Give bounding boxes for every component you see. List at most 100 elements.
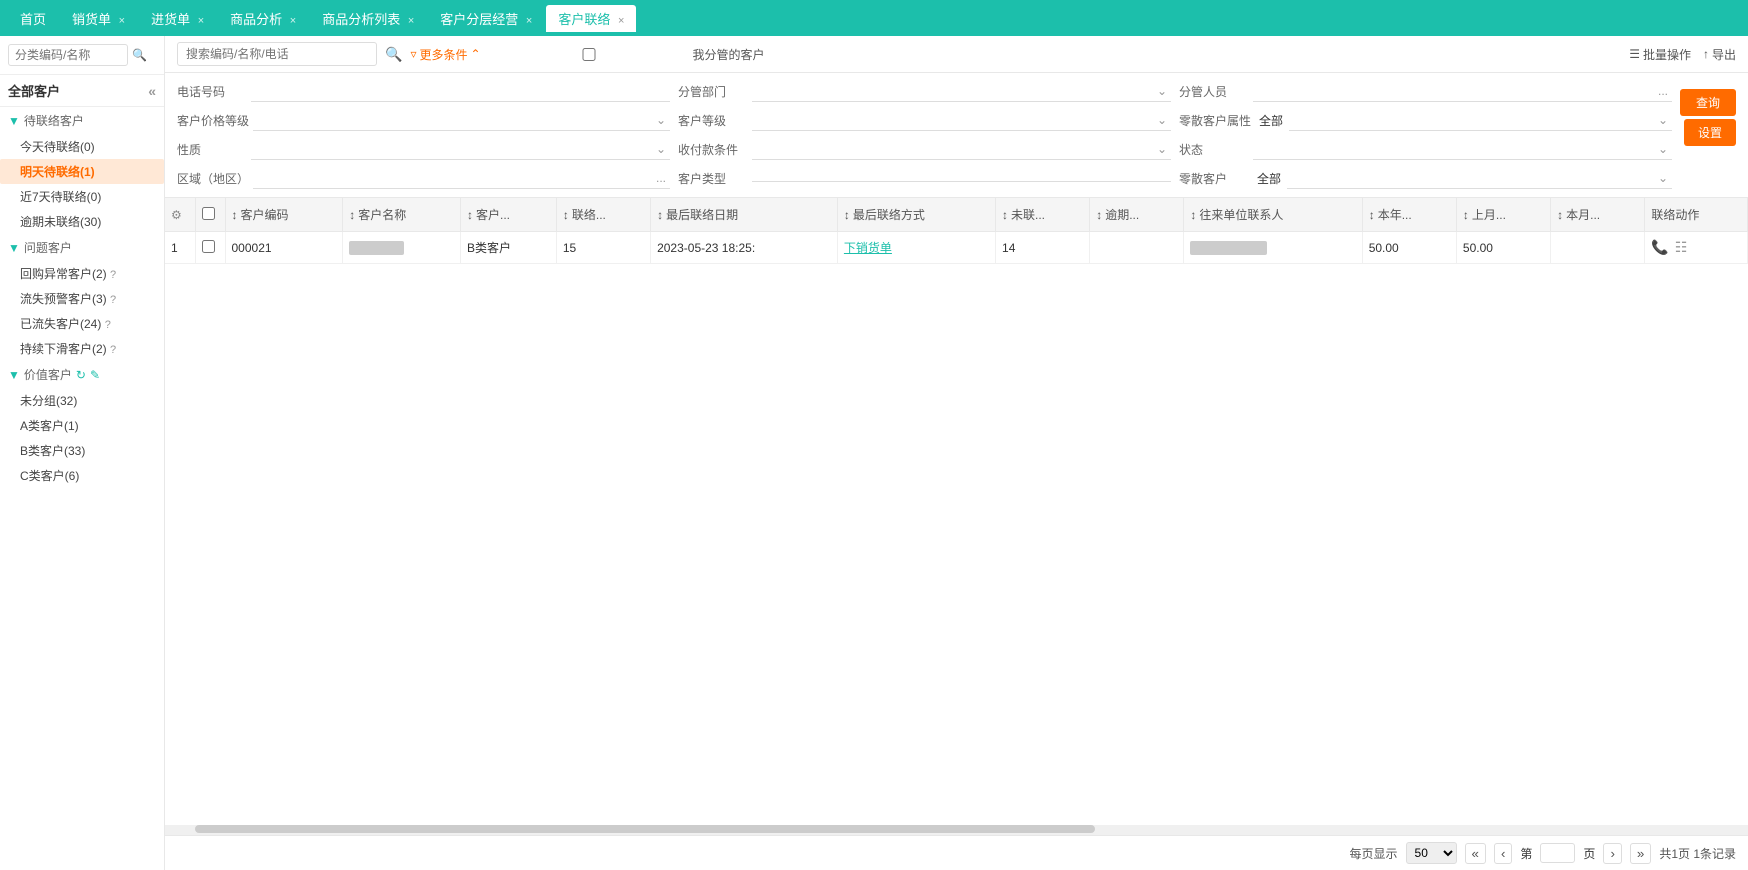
status-label: 状态 bbox=[1179, 141, 1249, 158]
retail-attr-value: 全部 bbox=[1259, 112, 1283, 129]
last-page-btn[interactable]: » bbox=[1630, 843, 1651, 864]
scrollbar-area[interactable] bbox=[165, 825, 1748, 835]
next-page-btn[interactable]: › bbox=[1603, 843, 1621, 864]
col-unit-sort[interactable]: ↕ bbox=[1190, 208, 1196, 222]
col-this-month: ↕本月... bbox=[1551, 198, 1645, 232]
close-purchase-order[interactable]: × bbox=[198, 15, 204, 27]
nav-product-list[interactable]: 商品分析列表 × bbox=[310, 5, 426, 32]
sidebar-group-pending[interactable]: ▼ 待联络客户 bbox=[0, 107, 164, 134]
sidebar-item-abnormal[interactable]: 回购异常客户(2) ? bbox=[0, 261, 164, 286]
per-page-select[interactable]: 50 100 200 bbox=[1406, 842, 1457, 864]
nav-home[interactable]: 首页 bbox=[8, 5, 58, 32]
nav-customer-segmentation[interactable]: 客户分层经营 × bbox=[428, 5, 544, 32]
nav-sales-order[interactable]: 销货单 × bbox=[60, 5, 137, 32]
sidebar-item-tomorrow[interactable]: 明天待联络(1) bbox=[0, 159, 164, 184]
col-code-sort[interactable]: ↕ bbox=[232, 208, 238, 222]
payment-select[interactable]: ⌄ bbox=[752, 139, 1171, 160]
row-overdue bbox=[1090, 232, 1184, 264]
nav-product-analysis[interactable]: 商品分析 × bbox=[218, 5, 308, 32]
sidebar-item-b-class[interactable]: B类客户(33) bbox=[0, 438, 164, 463]
close-customer-seg[interactable]: × bbox=[526, 15, 532, 27]
action-phone-icon[interactable]: 📞 bbox=[1651, 239, 1668, 256]
nav-customer-contact[interactable]: 客户联络 × bbox=[546, 5, 636, 32]
retail-attr-select[interactable]: ⌄ bbox=[1289, 110, 1672, 131]
my-customers-checkbox-label[interactable]: 我分管的客户 bbox=[489, 46, 765, 63]
sidebar-item-declining[interactable]: 持续下滑客户(2) ? bbox=[0, 336, 164, 361]
sidebar-item-7days[interactable]: 近7天待联络(0) bbox=[0, 184, 164, 209]
col-year-sort[interactable]: ↕ bbox=[1369, 208, 1375, 222]
col-last-month: ↕上月... bbox=[1456, 198, 1550, 232]
customer-level-select[interactable]: ⌄ bbox=[752, 110, 1171, 131]
arrow-pending: ▼ bbox=[8, 114, 20, 128]
sidebar-item-a-class[interactable]: A类客户(1) bbox=[0, 413, 164, 438]
col-last-month-sort[interactable]: ↕ bbox=[1463, 208, 1469, 222]
sidebar-item-churned[interactable]: 已流失客户(24) ? bbox=[0, 311, 164, 336]
arrow-problem: ▼ bbox=[8, 241, 20, 255]
sidebar-group-value[interactable]: ▼ 价值客户 ↻ ✎ bbox=[0, 361, 164, 388]
dept-label: 分管部门 bbox=[678, 83, 748, 100]
col-contact-sort[interactable]: ↕ bbox=[563, 208, 569, 222]
phone-input[interactable] bbox=[251, 81, 670, 102]
nature-label: 性质 bbox=[177, 141, 247, 158]
close-customer-contact[interactable]: × bbox=[618, 15, 624, 27]
col-overdue-sort[interactable]: ↕ bbox=[1096, 208, 1102, 222]
col-unit-contact: ↕往来单位联系人 bbox=[1184, 198, 1362, 232]
sidebar-item-unclassified[interactable]: 未分组(32) bbox=[0, 388, 164, 413]
region-select[interactable]: ... bbox=[253, 168, 670, 189]
more-filter-btn[interactable]: ▿ 更多条件 ⌃ bbox=[410, 46, 480, 63]
col-unlinked: ↕未联... bbox=[996, 198, 1090, 232]
close-product-analysis[interactable]: × bbox=[290, 15, 296, 27]
sidebar-item-churn-warning[interactable]: 流失预警客户(3) ? bbox=[0, 286, 164, 311]
col-unlinked-sort[interactable]: ↕ bbox=[1002, 208, 1008, 222]
col-this-month-sort[interactable]: ↕ bbox=[1557, 208, 1563, 222]
row-select-checkbox[interactable] bbox=[202, 240, 215, 253]
col-type-sort[interactable]: ↕ bbox=[467, 208, 473, 222]
col-last-date-sort[interactable]: ↕ bbox=[657, 208, 663, 222]
settings-btn[interactable]: 设置 bbox=[1684, 119, 1736, 146]
row-last-method[interactable]: 下销货单 bbox=[837, 232, 995, 264]
value-refresh-icon[interactable]: ↻ bbox=[76, 368, 86, 382]
page-input[interactable]: 1 bbox=[1540, 843, 1575, 863]
sidebar-all-customers[interactable]: 全部客户 « bbox=[0, 75, 164, 107]
query-btn[interactable]: 查询 bbox=[1680, 89, 1736, 116]
person-select[interactable]: ... bbox=[1253, 81, 1672, 102]
sidebar-item-overdue[interactable]: 逾期未联络(30) bbox=[0, 209, 164, 234]
action-grid-icon[interactable]: ☷ bbox=[1675, 239, 1688, 256]
batch-btn[interactable]: ☰ 批量操作 bbox=[1629, 46, 1691, 63]
main-layout: 🔍 全部客户 « ▼ 待联络客户 今天待联络(0) 明天待联络(1) 近7天待联… bbox=[0, 36, 1748, 870]
customer-type-select[interactable] bbox=[752, 175, 1171, 182]
export-btn[interactable]: ↑ 导出 bbox=[1703, 46, 1736, 63]
toolbar-search-icon[interactable]: 🔍 bbox=[385, 46, 402, 63]
col-name-sort[interactable]: ↕ bbox=[349, 208, 355, 222]
sidebar-item-today[interactable]: 今天待联络(0) bbox=[0, 134, 164, 159]
sidebar-search-input[interactable] bbox=[8, 44, 128, 66]
sidebar-group-problem[interactable]: ▼ 问题客户 bbox=[0, 234, 164, 261]
person-label: 分管人员 bbox=[1179, 83, 1249, 100]
sidebar-search-icon[interactable]: 🔍 bbox=[132, 48, 147, 62]
nature-select[interactable]: ⌄ bbox=[251, 139, 670, 160]
row-contact-count: 15 bbox=[556, 232, 650, 264]
col-last-date-label: 最后联络日期 bbox=[666, 206, 738, 223]
search-input[interactable] bbox=[177, 42, 377, 66]
select-all-checkbox[interactable] bbox=[202, 207, 215, 220]
status-chevron: ⌄ bbox=[1658, 142, 1668, 156]
value-edit-icon[interactable]: ✎ bbox=[90, 368, 100, 382]
retail-select[interactable]: ⌄ bbox=[1287, 168, 1672, 189]
prev-page-btn[interactable]: ‹ bbox=[1494, 843, 1512, 864]
col-type-label: 客户... bbox=[476, 206, 510, 223]
sidebar-item-c-class[interactable]: C类客户(6) bbox=[0, 463, 164, 488]
dept-chevron: ⌄ bbox=[1157, 84, 1167, 98]
price-level-select[interactable]: ⌄ bbox=[253, 110, 670, 131]
nav-purchase-order[interactable]: 进货单 × bbox=[139, 5, 216, 32]
close-sales-order[interactable]: × bbox=[119, 15, 125, 27]
close-product-list[interactable]: × bbox=[408, 15, 414, 27]
my-customers-checkbox[interactable] bbox=[489, 48, 689, 61]
dept-select[interactable]: ⌄ bbox=[752, 81, 1171, 102]
filter-row-4: 区域（地区） ... 客户类型 bbox=[177, 168, 1672, 189]
status-select[interactable]: ⌄ bbox=[1253, 139, 1672, 160]
first-page-btn[interactable]: « bbox=[1465, 843, 1486, 864]
col-last-method-sort[interactable]: ↕ bbox=[844, 208, 850, 222]
sidebar-collapse-icon[interactable]: « bbox=[148, 83, 156, 99]
col-settings-icon[interactable]: ⚙ bbox=[171, 208, 182, 222]
filter-price-level: 客户价格等级 ⌄ bbox=[177, 110, 670, 131]
